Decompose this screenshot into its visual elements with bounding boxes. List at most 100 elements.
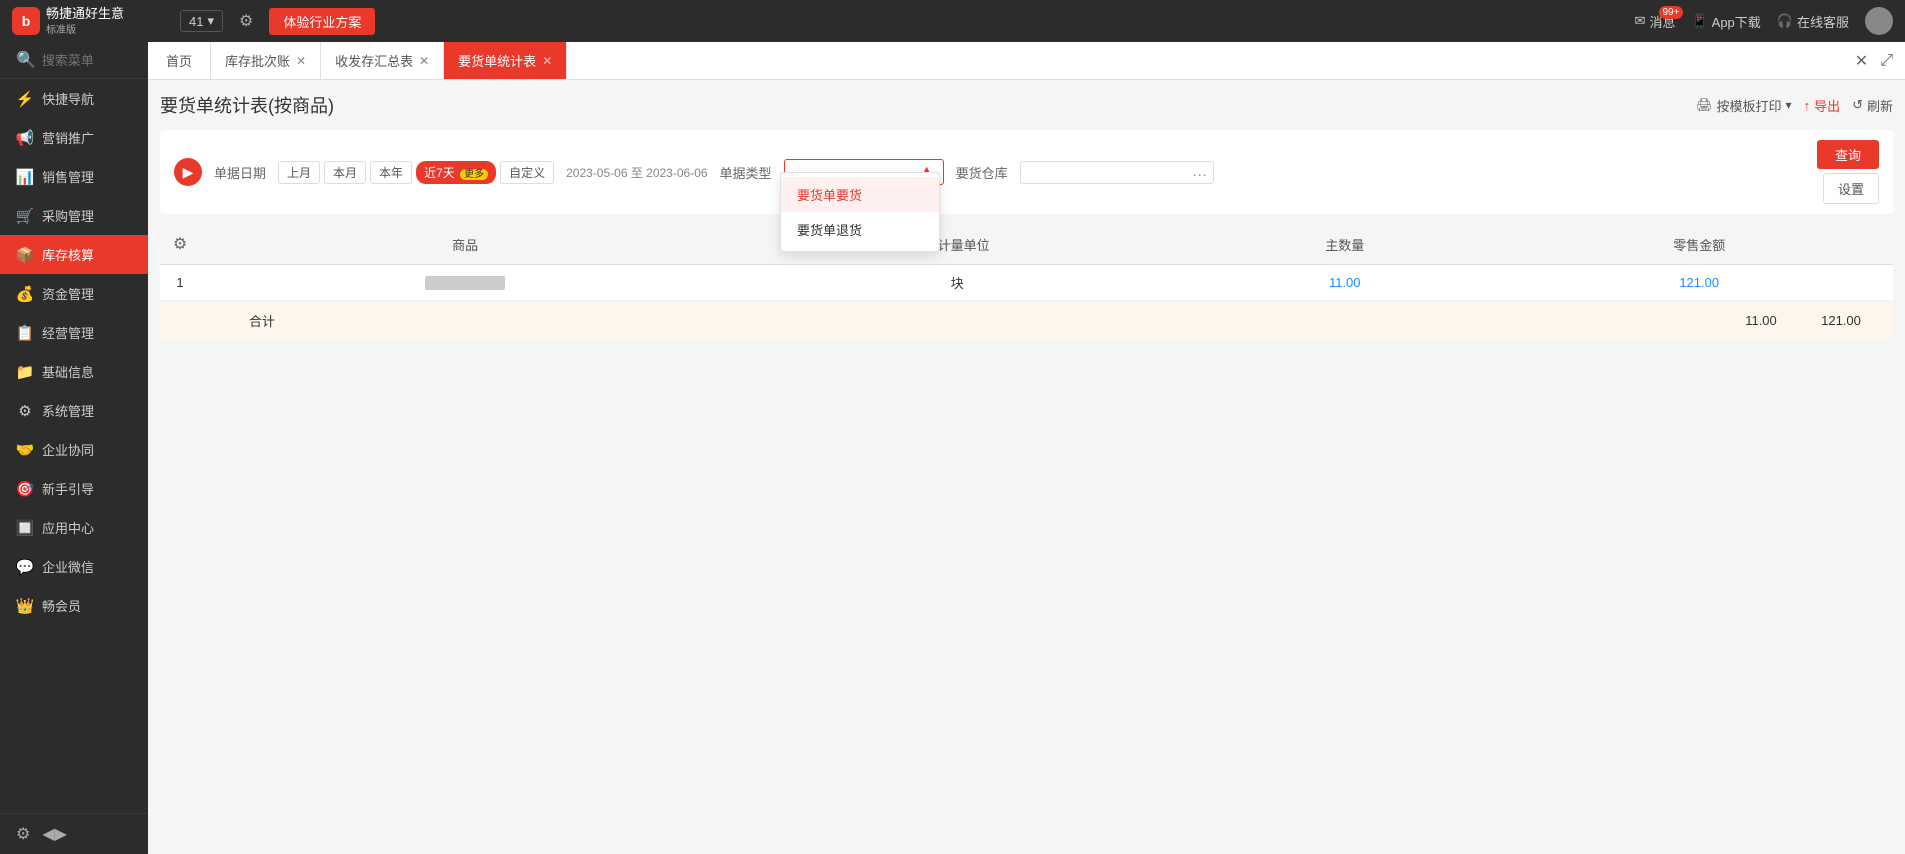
col-amount: 零售金额 (1505, 224, 1893, 265)
row-amount[interactable]: 121.00 (1505, 265, 1893, 301)
tab-home[interactable]: 首页 (148, 42, 211, 79)
settings-gear-icon[interactable]: ⚙ (16, 824, 30, 844)
row-quantity[interactable]: 11.00 (1184, 265, 1505, 301)
tab-close-order-stats[interactable]: ✕ (542, 54, 552, 68)
sidebar-label-cooperation: 企业协同 (42, 440, 94, 459)
basic-icon: 📁 (16, 363, 34, 381)
dropdown-item-1[interactable]: 要货单退货 (781, 212, 939, 247)
table-row: 1 块 11.00 121.00 (160, 265, 1893, 301)
sidebar-label-member: 畅会员 (42, 596, 81, 615)
filter-expand-btn[interactable]: ▶ (174, 158, 202, 186)
sidebar-item-cooperation[interactable]: 🤝 企业协同 (0, 430, 148, 469)
tab-inventory-batch[interactable]: 库存批次账 ✕ (211, 42, 321, 79)
tab-close-receipts-summary[interactable]: ✕ (419, 54, 429, 68)
sidebar-label-marketing: 营销推广 (42, 128, 94, 147)
sidebar-label-guide: 新手引导 (42, 479, 94, 498)
sidebar-label-operations: 经营管理 (42, 323, 94, 342)
sidebar-item-finance[interactable]: 💰 资金管理 (0, 274, 148, 313)
export-btn[interactable]: ↑ 导出 (1804, 96, 1841, 115)
main-layout: 🔍 ⚡ 快捷导航 📢 营销推广 📊 销售管理 🛒 采购管理 📦 库存核算 💰 资… (0, 42, 1905, 854)
tab-order-stats[interactable]: 要货单统计表 ✕ (444, 42, 567, 79)
print-btn[interactable]: 🖨 按模板打印 ▾ (1696, 96, 1792, 115)
export-icon: ↑ (1804, 98, 1811, 113)
purchase-icon: 🛒 (16, 207, 34, 225)
col-settings[interactable]: ⚙ (160, 224, 200, 265)
sidebar-item-appstore[interactable]: 🔲 应用中心 (0, 508, 148, 547)
tab-close-inventory-batch[interactable]: ✕ (296, 54, 306, 68)
operations-icon: 📋 (16, 324, 34, 342)
warehouse-input[interactable] (1020, 161, 1214, 184)
query-button[interactable]: 查询 (1817, 140, 1879, 169)
chevron-down-icon: ▾ (207, 13, 214, 29)
sidebar-label-basic: 基础信息 (42, 362, 94, 381)
sidebar-label-quick-nav: 快捷导航 (42, 89, 94, 108)
date-btn-7days[interactable]: 近7天 更多 (416, 161, 496, 184)
chevron-down-print: ▾ (1786, 98, 1792, 112)
sidebar-item-quick-nav[interactable]: ⚡ 快捷导航 (0, 79, 148, 118)
sidebar-search-area[interactable]: 🔍 (0, 42, 148, 79)
sidebar-item-guide[interactable]: 🎯 新手引导 (0, 469, 148, 508)
print-icon: 🖨 (1696, 97, 1713, 113)
search-input[interactable] (42, 53, 132, 68)
user-avatar[interactable] (1865, 7, 1893, 35)
system-icon: ⚙ (16, 402, 34, 420)
sidebar-item-sales[interactable]: 📊 销售管理 (0, 157, 148, 196)
row-goods (200, 265, 730, 301)
date-btn-last-month[interactable]: 上月 (278, 161, 320, 184)
sidebar-label-finance: 资金管理 (42, 284, 94, 303)
row-no: 1 (160, 265, 200, 301)
app-download-btn[interactable]: 📱 App下载 (1691, 12, 1760, 31)
warehouse-wrapper: … (1020, 161, 1214, 184)
page-title: 要货单统计表(按商品) (160, 92, 334, 118)
online-service-btn[interactable]: 🎧 在线客服 (1777, 12, 1849, 31)
finance-icon: 💰 (16, 285, 34, 303)
tab-expand-btn[interactable]: ⤢ (1876, 48, 1897, 74)
tab-bar: 首页 库存批次账 ✕ 收发存汇总表 ✕ 要货单统计表 ✕ ✕ ⤢ (148, 42, 1905, 80)
top-center: 41 ▾ ⚙ 体验行业方案 (160, 8, 1635, 35)
dropdown-item-0[interactable]: 要货单要货 (781, 177, 939, 212)
refresh-btn[interactable]: ↺ 刷新 (1852, 96, 1893, 115)
sidebar-item-wechat[interactable]: 💬 企业微信 (0, 547, 148, 586)
warehouse-more-icon[interactable]: … (1192, 163, 1208, 181)
filter-wrapper: ▶ 单据日期 上月 本月 本年 近7天 更多 自定义 2023-05-06 至 … (160, 130, 1893, 214)
sidebar-item-purchase[interactable]: 🛒 采购管理 (0, 196, 148, 235)
trial-button[interactable]: 体验行业方案 (269, 8, 375, 35)
member-icon: 👑 (16, 597, 34, 615)
date-range-display: 2023-05-06 至 2023-06-06 (566, 164, 707, 181)
inventory-icon: 📦 (16, 246, 34, 264)
sidebar-bottom: ⚙ ◀▶ (0, 813, 148, 854)
quick-nav-icon: ⚡ (16, 90, 34, 108)
page-actions: 🖨 按模板打印 ▾ ↑ 导出 ↺ 刷新 (1696, 96, 1893, 115)
page-content: 要货单统计表(按商品) 🖨 按模板打印 ▾ ↑ 导出 ↺ 刷新 (148, 80, 1905, 854)
collapse-icon[interactable]: ◀▶ (42, 824, 67, 844)
sidebar-item-operations[interactable]: 📋 经营管理 (0, 313, 148, 352)
set-button[interactable]: 设置 (1823, 173, 1879, 204)
marketing-icon: 📢 (16, 129, 34, 147)
settings-icon-top[interactable]: ⚙ (239, 11, 253, 31)
date-buttons: 上月 本月 本年 近7天 更多 自定义 (278, 161, 554, 184)
sidebar: 🔍 ⚡ 快捷导航 📢 营销推广 📊 销售管理 🛒 采购管理 📦 库存核算 💰 资… (0, 42, 148, 854)
dropdown-menu: 要货单要货 要货单退货 (780, 172, 940, 252)
date-btn-this-year[interactable]: 本年 (370, 161, 412, 184)
action-buttons: 查询 设置 (1817, 140, 1879, 204)
type-label: 单据类型 (720, 163, 772, 182)
date-label: 单据日期 (214, 163, 266, 182)
sidebar-item-marketing[interactable]: 📢 营销推广 (0, 118, 148, 157)
search-icon: 🔍 (16, 50, 36, 70)
tab-receipts-summary[interactable]: 收发存汇总表 ✕ (321, 42, 444, 79)
table-settings-icon[interactable]: ⚙ (173, 236, 187, 253)
sidebar-label-purchase: 采购管理 (42, 206, 94, 225)
date-btn-custom[interactable]: 自定义 (500, 161, 554, 184)
sidebar-item-system[interactable]: ⚙ 系统管理 (0, 391, 148, 430)
sidebar-item-basic[interactable]: 📁 基础信息 (0, 352, 148, 391)
top-right: ✉ 消息 99+ 📱 App下载 🎧 在线客服 (1635, 7, 1893, 35)
phone-icon: 📱 (1691, 13, 1707, 29)
sidebar-item-inventory[interactable]: 📦 库存核算 (0, 235, 148, 274)
tab-close-all-btn[interactable]: ✕ (1851, 47, 1872, 75)
store-selector[interactable]: 41 ▾ (180, 10, 223, 32)
col-goods: 商品 (200, 224, 730, 265)
date-btn-this-month[interactable]: 本月 (324, 161, 366, 184)
messages-btn[interactable]: ✉ 消息 99+ (1635, 12, 1676, 31)
appstore-icon: 🔲 (16, 519, 34, 537)
sidebar-item-member[interactable]: 👑 畅会员 (0, 586, 148, 625)
